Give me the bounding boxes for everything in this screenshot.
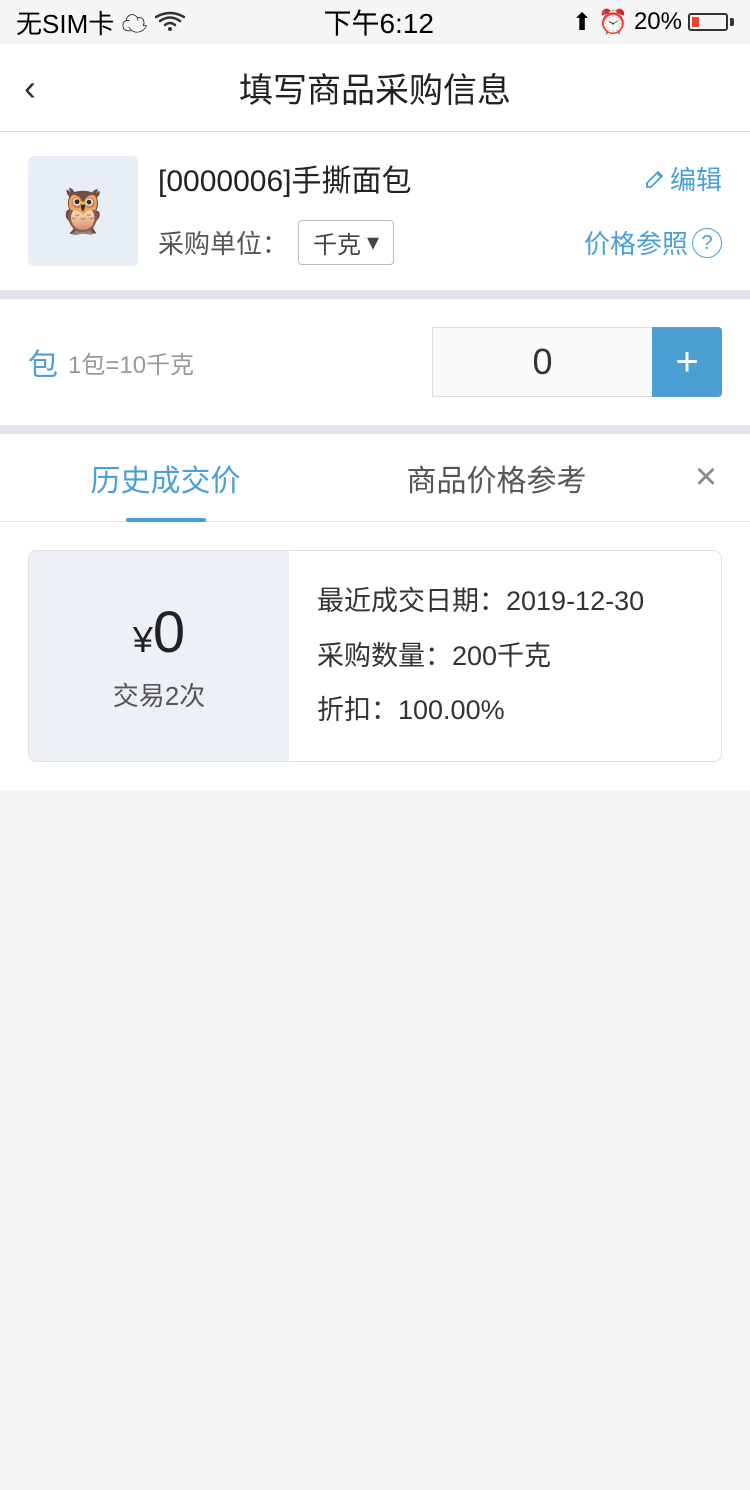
- help-icon: ?: [692, 228, 722, 258]
- price-amount: ¥0: [133, 599, 185, 666]
- price-left-panel: ¥0 交易2次: [29, 551, 289, 761]
- edit-icon: [644, 167, 666, 189]
- wifi-icon: [155, 11, 185, 33]
- section-divider-1: [0, 291, 750, 299]
- product-info-card: 🦉 [0000006]手撕面包 编辑 采购单位： 千克 ▾: [0, 132, 750, 291]
- tab-product-label: 商品价格参考: [407, 456, 587, 500]
- status-bar: 无SIM卡 ☁ 下午6:12 ⬆ ⏰ 20%: [0, 0, 750, 44]
- quantity-input[interactable]: [432, 327, 652, 397]
- discount-row: 折扣：100.00%: [317, 690, 693, 731]
- tabs-bar: 历史成交价 商品价格参考 ×: [0, 434, 750, 522]
- purchase-qty-row: 采购数量：200千克: [317, 636, 693, 677]
- battery-percent: 20%: [634, 8, 682, 36]
- page-title: 填写商品采购信息: [239, 63, 511, 112]
- purchase-unit-left: 采购单位： 千克 ▾: [158, 220, 394, 265]
- tab-product-price-ref[interactable]: 商品价格参考: [331, 434, 662, 522]
- tab-active-indicator: [126, 518, 206, 522]
- product-name-row: [0000006]手撕面包 编辑: [158, 156, 722, 200]
- quantity-plus-button[interactable]: +: [652, 327, 722, 397]
- currency-symbol: ¥: [133, 619, 153, 660]
- price-reference-button[interactable]: 价格参照 ?: [584, 224, 722, 261]
- price-right-panel: 最近成交日期：2019-12-30 采购数量：200千克 折扣：100.00%: [289, 551, 721, 761]
- carrier-text: 无SIM卡 ☁: [16, 4, 147, 41]
- tab-history-price[interactable]: 历史成交价: [0, 434, 331, 522]
- product-details: [0000006]手撕面包 编辑 采购单位： 千克 ▾ 价格参照 ?: [158, 156, 722, 265]
- dropdown-arrow-icon: ▾: [367, 228, 379, 257]
- back-icon: ‹: [24, 67, 36, 108]
- quantity-row: 包 1包=10千克 +: [0, 299, 750, 426]
- status-carrier: 无SIM卡 ☁: [16, 4, 185, 41]
- product-name: [0000006]手撕面包: [158, 156, 411, 200]
- status-right: ⬆ ⏰ 20%: [572, 8, 734, 37]
- battery-icon: [688, 13, 734, 31]
- main-background: [0, 790, 750, 1490]
- product-thumbnail: 🦉: [28, 156, 138, 266]
- transaction-count: 交易2次: [113, 676, 205, 713]
- edit-button[interactable]: 编辑: [644, 160, 722, 197]
- product-logo-icon: 🦉: [56, 185, 111, 237]
- unit-dropdown[interactable]: 千克 ▾: [298, 220, 394, 265]
- quantity-input-area: +: [432, 327, 722, 397]
- bag-conversion: 1包=10千克: [68, 345, 194, 380]
- last-deal-date-row: 最近成交日期：2019-12-30: [317, 581, 693, 622]
- status-time: 下午6:12: [323, 2, 434, 42]
- price-content: ¥0 交易2次 最近成交日期：2019-12-30 采购数量：200千克 折扣：…: [0, 522, 750, 790]
- alarm-icon: ⏰: [598, 8, 628, 37]
- bag-label: 包: [28, 340, 58, 384]
- quantity-label-area: 包 1包=10千克: [28, 340, 194, 384]
- location-icon: ⬆: [572, 8, 592, 37]
- page-header: ‹ 填写商品采购信息: [0, 44, 750, 132]
- price-card: ¥0 交易2次 最近成交日期：2019-12-30 采购数量：200千克 折扣：…: [28, 550, 722, 762]
- tabs-close-button[interactable]: ×: [662, 434, 750, 522]
- tab-history-label: 历史成交价: [91, 456, 241, 500]
- purchase-unit-row: 采购单位： 千克 ▾ 价格参照 ?: [158, 220, 722, 265]
- purchase-unit-label: 采购单位：: [158, 224, 288, 261]
- back-button[interactable]: ‹: [24, 67, 36, 109]
